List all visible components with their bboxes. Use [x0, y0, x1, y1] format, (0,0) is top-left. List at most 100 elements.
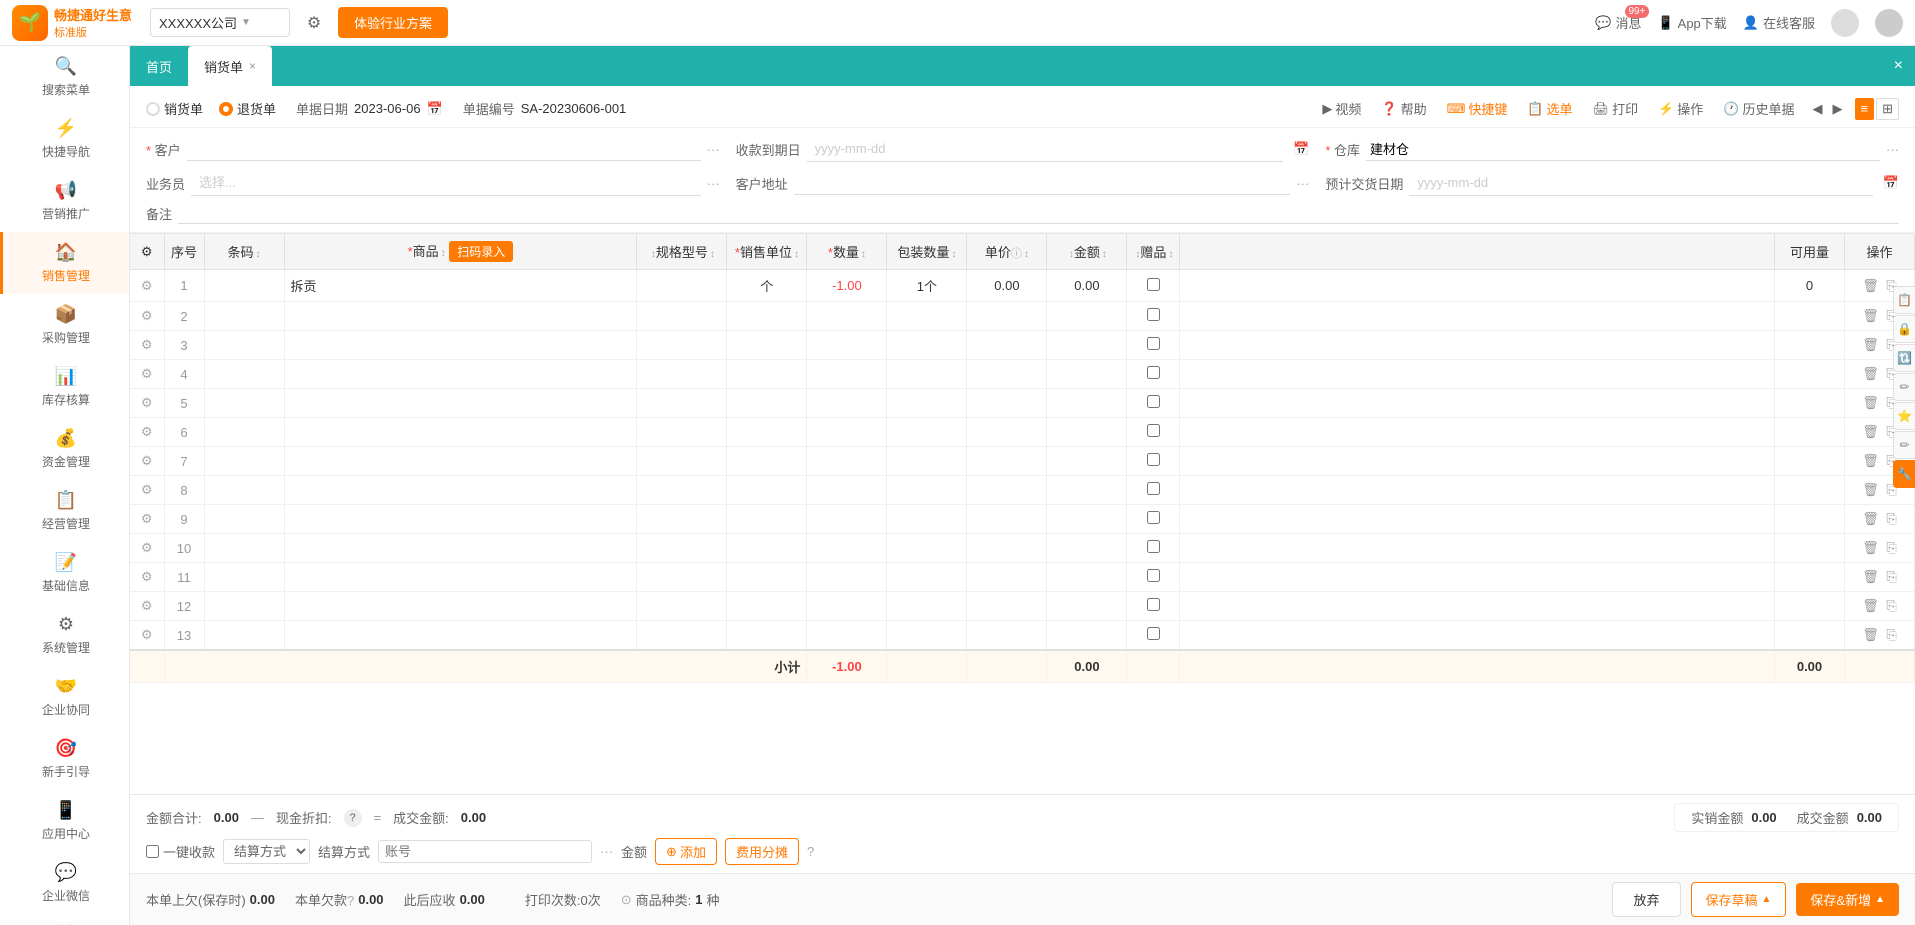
row-gift[interactable]: [1127, 270, 1180, 302]
sidebar-item-operation[interactable]: 📋 经营管理: [0, 480, 129, 542]
rfp-btn-3[interactable]: 🔃: [1893, 344, 1915, 372]
row-qty[interactable]: [807, 563, 887, 592]
row-product[interactable]: [284, 592, 637, 621]
row-gift[interactable]: [1127, 476, 1180, 505]
row-unit[interactable]: [727, 447, 807, 476]
row-spec[interactable]: [637, 302, 727, 331]
note-input[interactable]: [178, 202, 1899, 224]
row-gift[interactable]: [1127, 447, 1180, 476]
row-gear-cell[interactable]: ⚙: [130, 476, 164, 505]
row-gift[interactable]: [1127, 592, 1180, 621]
row-gift-checkbox[interactable]: [1147, 278, 1160, 291]
row-gear-cell[interactable]: ⚙: [130, 302, 164, 331]
add-payment-button[interactable]: ⊕ 添加: [655, 838, 717, 865]
row-pkg-qty[interactable]: [887, 534, 967, 563]
row-product[interactable]: [284, 476, 637, 505]
row-barcode[interactable]: [204, 476, 284, 505]
company-selector[interactable]: XXXXXX公司 ▼: [150, 8, 290, 37]
row-gift-checkbox[interactable]: [1147, 540, 1160, 553]
row-qty[interactable]: [807, 418, 887, 447]
sidebar-item-system[interactable]: ⚙ 系统管理: [0, 604, 129, 666]
sidebar-item-marketing[interactable]: 📢 营销推广: [0, 170, 129, 232]
delete-row-icon[interactable]: 🗑: [1862, 395, 1879, 410]
row-product[interactable]: [284, 447, 637, 476]
delete-row-icon[interactable]: 🗑: [1862, 482, 1879, 497]
row-pkg-qty[interactable]: [887, 418, 967, 447]
delete-row-icon[interactable]: 🗑: [1862, 569, 1879, 584]
row-amount[interactable]: [1047, 563, 1127, 592]
one-click-pay-input[interactable]: [146, 845, 159, 858]
row-pkg-qty[interactable]: [887, 621, 967, 651]
row-barcode[interactable]: [204, 563, 284, 592]
row-price[interactable]: [967, 331, 1047, 360]
row-barcode[interactable]: [204, 534, 284, 563]
help-icon2[interactable]: ?: [347, 893, 354, 908]
row-qty[interactable]: [807, 331, 887, 360]
row-price[interactable]: [967, 621, 1047, 651]
row-unit[interactable]: [727, 505, 807, 534]
rfp-btn-1[interactable]: 📋: [1893, 286, 1915, 314]
row-barcode[interactable]: [204, 360, 284, 389]
online-support-button[interactable]: 👤 在线客服: [1743, 13, 1815, 32]
row-spec[interactable]: [637, 476, 727, 505]
row-spec[interactable]: [637, 418, 727, 447]
row-amount[interactable]: [1047, 505, 1127, 534]
delete-row-icon[interactable]: 🗑: [1862, 424, 1879, 439]
row-pkg-qty[interactable]: [887, 302, 967, 331]
row-spec[interactable]: [637, 389, 727, 418]
delete-row-icon[interactable]: 🗑: [1862, 598, 1879, 613]
rfp-btn-2[interactable]: 🔒: [1893, 315, 1915, 343]
row-amount[interactable]: [1047, 476, 1127, 505]
row-pkg-qty[interactable]: [887, 331, 967, 360]
row-amount[interactable]: [1047, 360, 1127, 389]
row-unit[interactable]: [727, 621, 807, 651]
fee-split-button[interactable]: 费用分摊: [725, 838, 799, 865]
pay-date-cal-icon[interactable]: 📅: [1293, 141, 1309, 157]
scan-button[interactable]: 扫码录入: [449, 241, 513, 262]
row-gear-cell[interactable]: ⚙: [130, 592, 164, 621]
radio-sale-order[interactable]: 销货单: [146, 99, 203, 118]
warehouse-more-icon[interactable]: ···: [1886, 142, 1899, 157]
delete-row-icon[interactable]: 🗑: [1862, 337, 1879, 352]
pay-method-select[interactable]: 结算方式: [223, 839, 310, 864]
radio-return-order[interactable]: 退货单: [219, 99, 276, 118]
row-qty[interactable]: [807, 360, 887, 389]
row-price[interactable]: [967, 476, 1047, 505]
row-gift[interactable]: [1127, 418, 1180, 447]
row-spec[interactable]: [637, 592, 727, 621]
row-gear-cell[interactable]: ⚙: [130, 270, 164, 302]
row-product[interactable]: [284, 621, 637, 651]
row-unit[interactable]: [727, 563, 807, 592]
delivery-date-input[interactable]: [1409, 170, 1872, 196]
row-pkg-qty[interactable]: [887, 476, 967, 505]
row-qty[interactable]: [807, 592, 887, 621]
row-spec[interactable]: [637, 534, 727, 563]
row-gift[interactable]: [1127, 621, 1180, 651]
sidebar-item-wechat[interactable]: 💬 企业微信: [0, 852, 129, 914]
row-price[interactable]: [967, 418, 1047, 447]
row-pkg-qty[interactable]: [887, 389, 967, 418]
row-product[interactable]: [284, 331, 637, 360]
message-button[interactable]: 💬 消息 99+: [1595, 13, 1641, 32]
row-qty[interactable]: [807, 389, 887, 418]
copy-row-icon[interactable]: ⎘: [1886, 627, 1896, 642]
row-gear-cell[interactable]: ⚙: [130, 534, 164, 563]
row-product[interactable]: [284, 418, 637, 447]
discard-button[interactable]: 放弃: [1612, 882, 1680, 917]
row-amount[interactable]: [1047, 592, 1127, 621]
row-pkg-qty[interactable]: [887, 447, 967, 476]
copy-row-icon[interactable]: ⎘: [1886, 540, 1896, 555]
row-price[interactable]: [967, 592, 1047, 621]
row-barcode[interactable]: [204, 621, 284, 651]
row-barcode[interactable]: [204, 389, 284, 418]
row-gift[interactable]: [1127, 331, 1180, 360]
row-qty[interactable]: [807, 302, 887, 331]
draft-button[interactable]: 保存草稿 ▲: [1691, 882, 1787, 917]
row-unit[interactable]: [727, 476, 807, 505]
row-pkg-qty[interactable]: [887, 360, 967, 389]
row-gear-cell[interactable]: ⚙: [130, 418, 164, 447]
shortcut-button[interactable]: ⌨ 快捷键: [1441, 96, 1514, 121]
row-gift[interactable]: [1127, 302, 1180, 331]
row-unit[interactable]: [727, 534, 807, 563]
row-spec[interactable]: [637, 270, 727, 302]
